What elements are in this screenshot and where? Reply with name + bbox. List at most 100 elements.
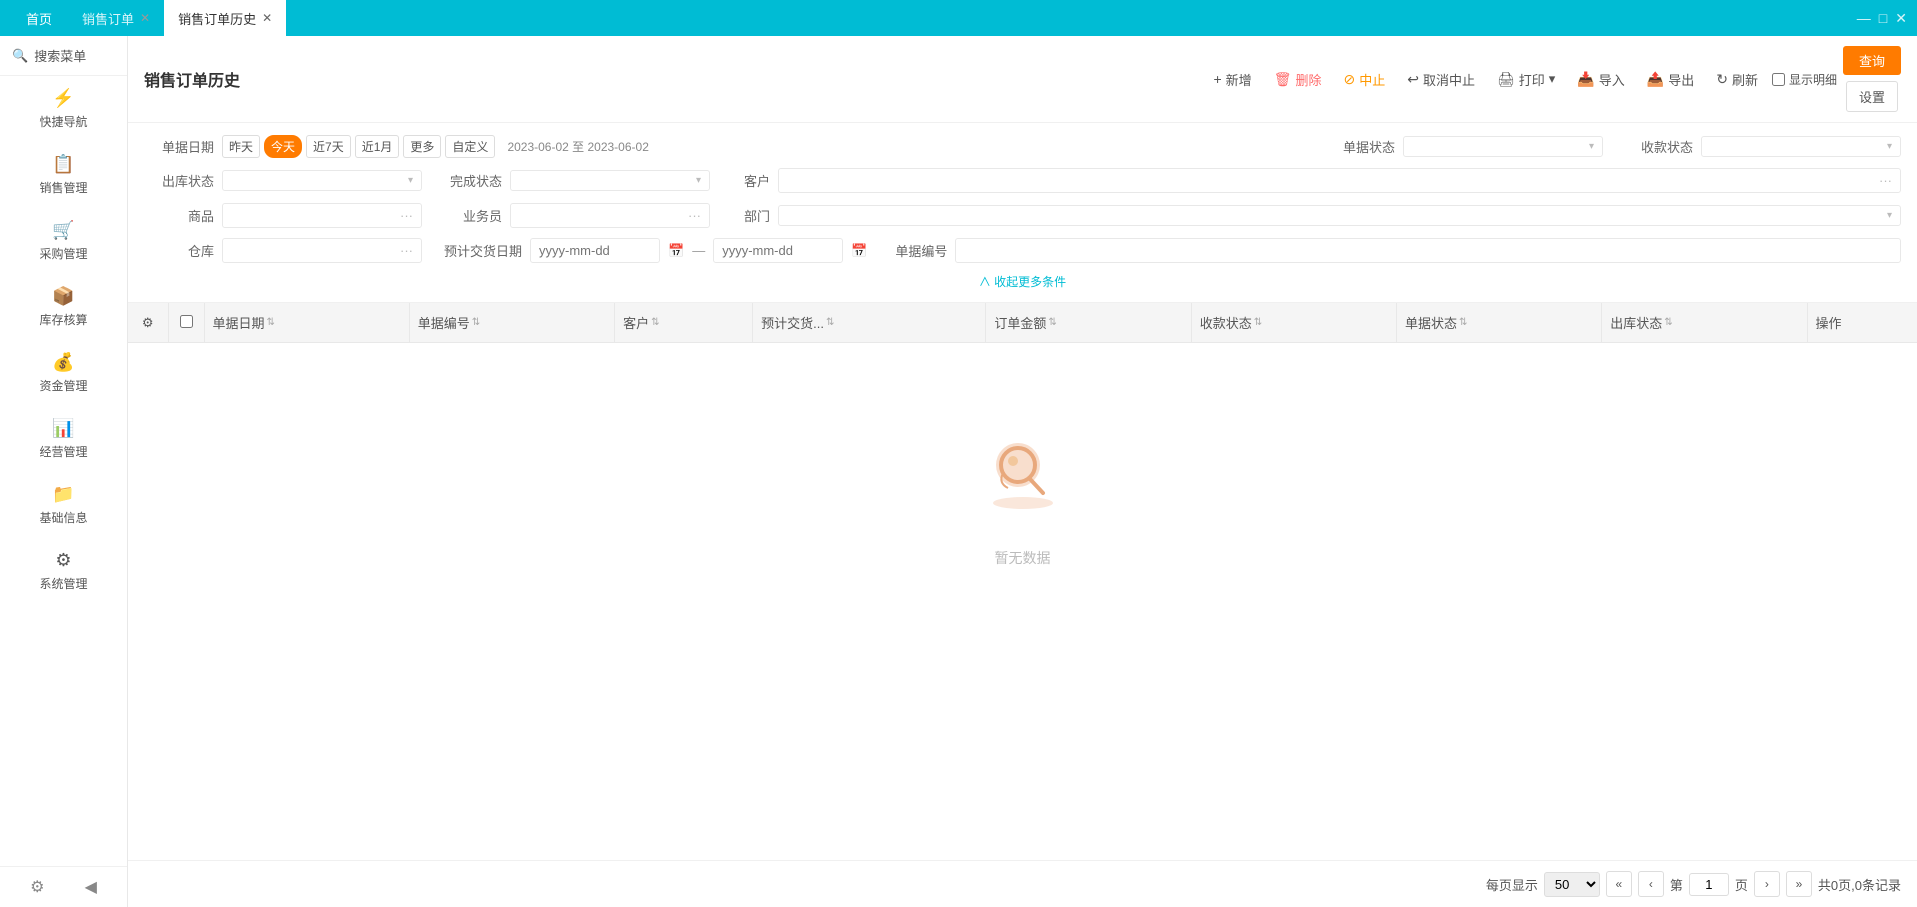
import-icon: 📥 [1577, 71, 1594, 88]
date-filter-value: 昨天 今天 近7天 近1月 更多 自定义 2023-06-02 至 2023-0… [222, 135, 1335, 158]
last-page-button[interactable]: » [1786, 871, 1812, 897]
warehouse-ellipsis[interactable]: ··· [400, 243, 413, 258]
th-receipt-status[interactable]: 收款状态 ⇅ [1191, 303, 1396, 343]
sort-bill-icon: ⇅ [1459, 317, 1467, 328]
th-amount-label: 订单金额 [994, 313, 1046, 332]
display-columns-checkbox[interactable] [1772, 73, 1785, 86]
maximize-btn[interactable]: □ [1879, 10, 1887, 26]
new-icon: + [1213, 71, 1221, 87]
setting-button[interactable]: 设置 [1846, 81, 1898, 112]
collapse-bar[interactable]: ∧ 收起更多条件 [144, 273, 1901, 290]
tab-home[interactable]: 首页 [10, 0, 68, 36]
delete-button[interactable]: 🗑 删除 [1266, 66, 1330, 93]
th-customer[interactable]: 客户 ⇅ [615, 303, 753, 343]
date-btn-1month[interactable]: 近1月 [355, 135, 400, 158]
product-select[interactable]: ··· [222, 203, 422, 228]
print-button[interactable]: 🖨 打印 ▾ [1489, 66, 1563, 93]
filter-area: 单据日期 昨天 今天 近7天 近1月 更多 自定义 2023-06-02 至 2… [128, 123, 1917, 303]
collapse-label: 收起更多条件 [994, 275, 1066, 289]
first-page-button[interactable]: « [1606, 871, 1632, 897]
sidebar-item-inventory[interactable]: 📦 库存核算 [0, 274, 127, 340]
select-all-checkbox[interactable] [180, 315, 193, 328]
page-size-select[interactable]: 50 10 20 100 [1544, 872, 1600, 897]
date-btn-7days[interactable]: 近7天 [306, 135, 351, 158]
close-history-tab[interactable]: ✕ [262, 11, 272, 25]
salesperson-ellipsis[interactable]: ··· [688, 208, 701, 223]
export-button[interactable]: 📤 导出 [1639, 66, 1702, 93]
finance-icon: 💰 [52, 352, 74, 373]
warehouse-status-label: 出库状态 [144, 171, 214, 190]
system-icon: ⚙ [55, 550, 71, 571]
date-btn-more[interactable]: 更多 [403, 135, 441, 158]
query-button[interactable]: 查询 [1843, 46, 1901, 75]
date-btn-today[interactable]: 今天 [264, 135, 302, 158]
sort-receipt-icon: ⇅ [1254, 317, 1262, 328]
bottom-settings-icon[interactable]: ⚙ [30, 877, 44, 897]
export-label: 导出 [1668, 70, 1694, 89]
quick-nav-label: 快捷导航 [39, 113, 87, 130]
sidebar-item-system[interactable]: ⚙ 系统管理 [0, 538, 127, 604]
receipt-status-select[interactable]: ▾ [1701, 136, 1901, 157]
quick-nav-icon: ⚡ [52, 88, 74, 109]
sidebar: 🔍 搜索菜单 ⚡ 快捷导航 📋 销售管理 🛒 采购管理 📦 库存核算 💰 资金管… [0, 36, 128, 907]
stop-button[interactable]: ⊘ 中止 [1335, 66, 1393, 93]
window-close-btn[interactable]: ✕ [1895, 10, 1907, 27]
close-sales-order-tab[interactable]: ✕ [140, 11, 150, 25]
page-number-input[interactable] [1689, 873, 1729, 896]
next-page-button[interactable]: › [1754, 871, 1780, 897]
table-settings-icon[interactable]: ⚙ [142, 315, 154, 330]
tab-sales-order[interactable]: 销售订单 ✕ [68, 0, 164, 36]
display-columns-toggle[interactable]: 显示明细 [1772, 71, 1837, 88]
sidebar-search[interactable]: 🔍 搜索菜单 [0, 36, 127, 76]
cancel-stop-icon: ↩ [1407, 71, 1419, 88]
tab-sales-order-history[interactable]: 销售订单历史 ✕ [164, 0, 286, 36]
expected-date-end[interactable] [713, 238, 843, 263]
prev-page-button[interactable]: ‹ [1638, 871, 1664, 897]
complete-status-label: 完成状态 [442, 171, 502, 190]
department-select[interactable]: ▾ [778, 205, 1901, 226]
th-no[interactable]: 单据编号 ⇅ [409, 303, 614, 343]
calendar-end-icon[interactable]: 📅 [851, 243, 867, 259]
data-table: ⚙ 单据日期 ⇅ 单据编号 [128, 303, 1917, 648]
th-settings[interactable]: ⚙ [128, 303, 168, 343]
salesperson-select[interactable]: ··· [510, 203, 710, 228]
bottom-collapse-icon[interactable]: ◀ [85, 877, 97, 897]
inventory-label: 库存核算 [39, 311, 87, 328]
empty-illustration [973, 423, 1073, 513]
date-btn-yesterday[interactable]: 昨天 [222, 135, 260, 158]
customer-ellipsis[interactable]: ··· [1879, 173, 1892, 188]
bill-status-select[interactable]: ▾ [1403, 136, 1603, 157]
th-amount[interactable]: 订单金额 ⇅ [986, 303, 1191, 343]
th-checkbox[interactable] [168, 303, 204, 343]
sidebar-item-operations[interactable]: 📊 经营管理 [0, 406, 127, 472]
minimize-btn[interactable]: — [1857, 10, 1871, 26]
new-label: 新增 [1226, 70, 1252, 89]
product-ellipsis[interactable]: ··· [400, 208, 413, 223]
import-button[interactable]: 📥 导入 [1569, 66, 1632, 93]
page-size-label: 每页显示 [1486, 875, 1538, 894]
sidebar-item-finance[interactable]: 💰 资金管理 [0, 340, 127, 406]
date-btn-custom[interactable]: 自定义 [445, 135, 495, 158]
sidebar-item-quick-nav[interactable]: ⚡ 快捷导航 [0, 76, 127, 142]
sidebar-item-sales[interactable]: 📋 销售管理 [0, 142, 127, 208]
sort-customer-icon: ⇅ [651, 317, 659, 328]
th-bill-status[interactable]: 单据状态 ⇅ [1396, 303, 1601, 343]
empty-text: 暂无数据 [995, 548, 1051, 568]
th-no-label: 单据编号 [418, 313, 470, 332]
warehouse-status-select[interactable]: ▾ [222, 170, 422, 191]
th-expected[interactable]: 预计交货... ⇅ [753, 303, 986, 343]
customer-select[interactable]: ··· [778, 168, 1901, 193]
cancel-stop-button[interactable]: ↩ 取消中止 [1399, 66, 1483, 93]
expected-date-range: 📅 — 📅 [530, 238, 867, 263]
calendar-start-icon[interactable]: 📅 [668, 243, 684, 259]
order-no-input[interactable] [955, 238, 1901, 263]
th-warehouse-status[interactable]: 出库状态 ⇅ [1602, 303, 1807, 343]
refresh-button[interactable]: ↻ 刷新 [1708, 66, 1766, 93]
complete-status-select[interactable]: ▾ [510, 170, 710, 191]
sidebar-item-purchase[interactable]: 🛒 采购管理 [0, 208, 127, 274]
th-date[interactable]: 单据日期 ⇅ [204, 303, 409, 343]
sidebar-item-basic[interactable]: 📁 基础信息 [0, 472, 127, 538]
warehouse-select[interactable]: ··· [222, 238, 422, 263]
expected-date-start[interactable] [530, 238, 660, 263]
new-button[interactable]: + 新增 [1205, 66, 1259, 93]
